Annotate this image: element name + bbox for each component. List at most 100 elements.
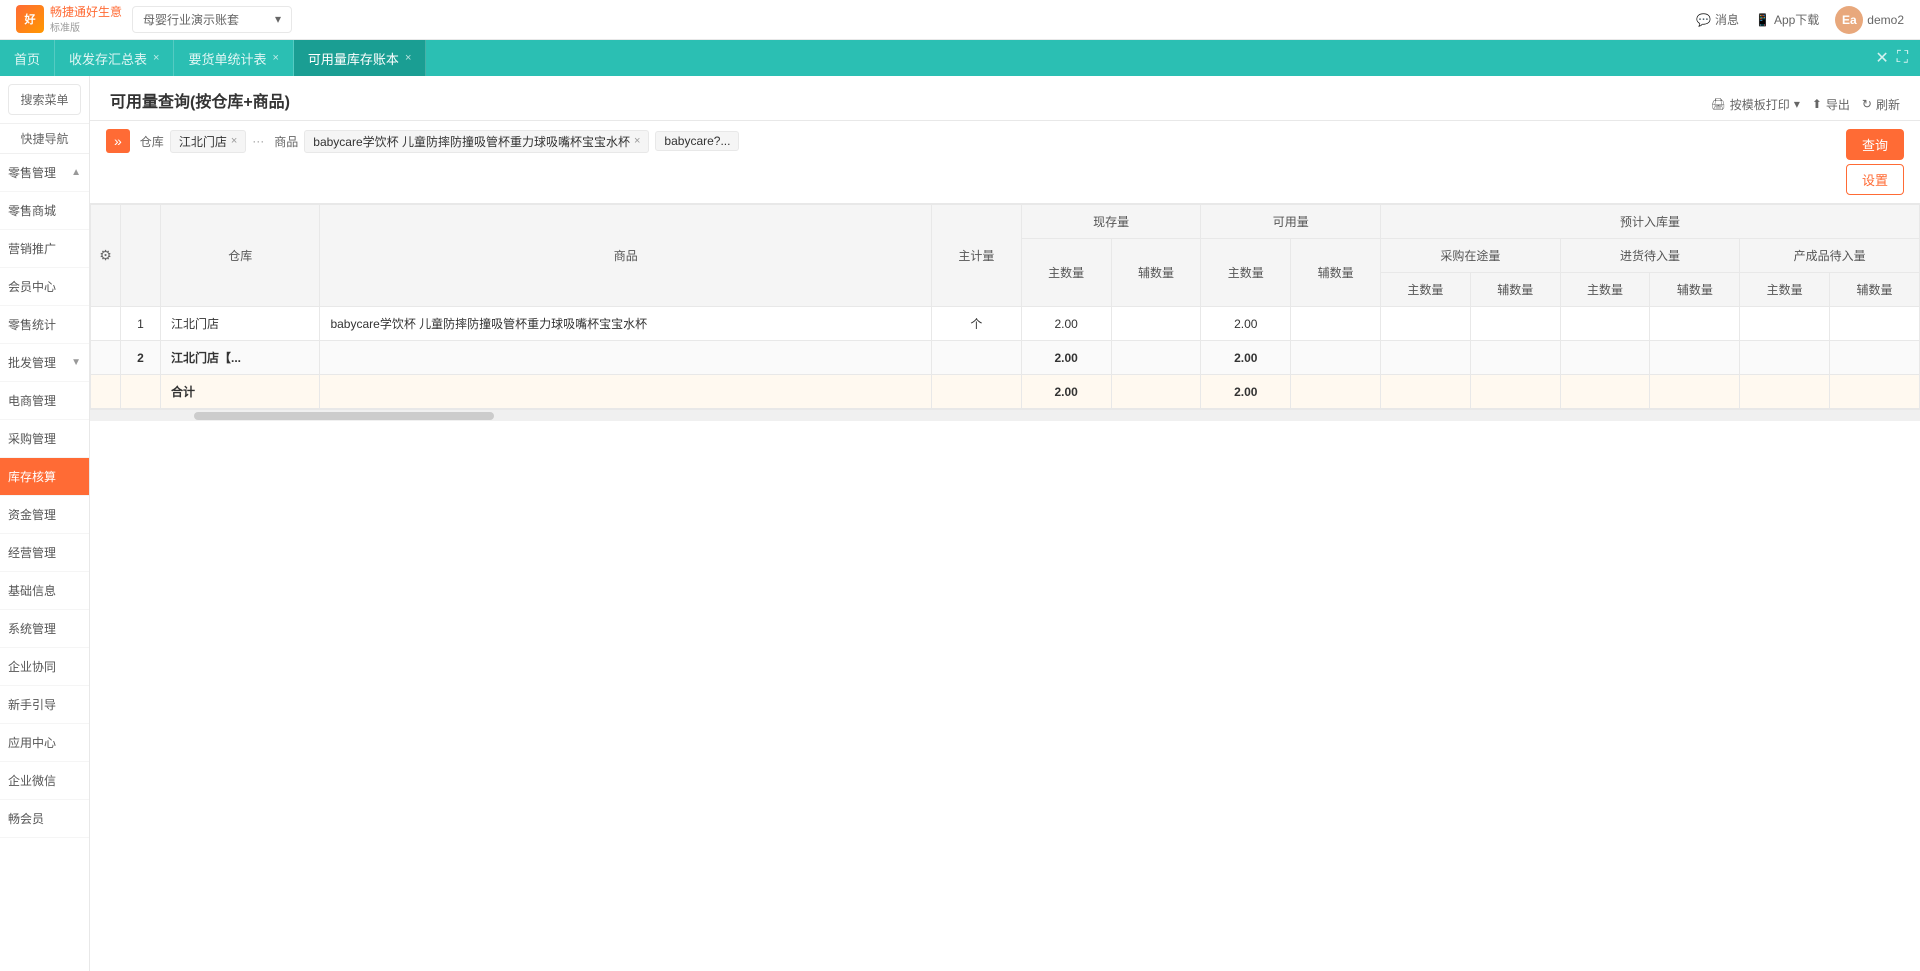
sidebar-item-marketing[interactable]: 营销推广 [0,230,89,268]
sidebar-item-wholesale[interactable]: 批发管理 ▼ [0,344,89,382]
total-unit [931,375,1021,409]
filter-bar: » 仓库 江北门店 × ··· 商品 babycare学饮杯 儿童防摔防撞吸管杯… [90,121,1920,204]
total-row: 合计 2.00 2.00 [91,375,1920,409]
row1-product: babycare学饮杯 儿童防摔防撞吸管杯重力球吸嘴杯宝宝水杯 [320,307,932,341]
sidebar-item-newbie[interactable]: 新手引导 [0,686,89,724]
column-settings-icon[interactable]: ⚙ [99,247,112,263]
total-settings [91,375,121,409]
row1-available-main: 2.00 [1201,307,1291,341]
app-name: 畅捷通好生意 [50,5,122,19]
export-button[interactable]: ⬆ 导出 [1812,96,1850,113]
group-purchase-main [1381,341,1471,375]
product-filter-value1: babycare学饮杯 儿童防摔防撞吸管杯重力球吸嘴杯宝宝水杯 [313,133,630,150]
th-purchase-group: 采购在途量 [1381,239,1561,273]
query-button[interactable]: 查询 [1846,129,1904,160]
export-label: 导出 [1826,96,1850,113]
tab-available-stock-label: 可用量库存账本 [308,49,399,68]
warehouse-more-icon[interactable]: ··· [252,134,264,148]
group-incoming-aux [1650,341,1740,375]
message-action[interactable]: 💬 消息 [1696,11,1739,28]
top-bar-left: 好 畅捷通好生意 标准版 母婴行业演示账套 ▾ [16,5,292,34]
sidebar-item-vip[interactable]: 畅会员 [0,800,89,838]
sidebar-item-retail-stats[interactable]: 零售统计 [0,306,89,344]
top-bar: 好 畅捷通好生意 标准版 母婴行业演示账套 ▾ 💬 消息 📱 App下载 Ea … [0,0,1920,40]
user-area[interactable]: Ea demo2 [1835,6,1904,34]
export-icon: ⬆ [1812,97,1822,111]
tab-home[interactable]: 首页 [0,40,55,76]
group-settings [91,341,121,375]
sidebar-item-enterprise-label: 企业协同 [8,658,56,675]
total-available-aux [1291,375,1381,409]
tab-receive-summary[interactable]: 收发存汇总表 × [55,40,174,76]
th-warehouse: 仓库 [161,205,320,307]
sidebar-item-purchase[interactable]: 采购管理 [0,420,89,458]
app-download-action[interactable]: 📱 App下载 [1755,11,1819,28]
tab-order-stats[interactable]: 要货单统计表 × [174,40,293,76]
group-produced-main [1740,341,1830,375]
horizontal-scrollbar[interactable] [90,409,1920,421]
sidebar-item-retail-stats-label: 零售统计 [8,316,56,333]
row1-settings [91,307,121,341]
th-purchase-main: 主数量 [1381,273,1471,307]
sidebar-item-system[interactable]: 系统管理 [0,610,89,648]
th-no [121,205,161,307]
main-layout: 搜索菜单 快捷导航 零售管理 ▲ 零售商城 营销推广 会员中心 零售统计 批发管… [0,76,1920,971]
product-filter-value2: babycare?... [664,134,730,148]
template-print-button[interactable]: 🖨 按模板打印 ▾ [1711,96,1800,113]
tab-available-stock-close[interactable]: × [405,52,411,64]
sidebar-item-app-center[interactable]: 应用中心 [0,724,89,762]
close-window-icon[interactable]: ✕ [1875,48,1888,68]
row1-incoming-main [1560,307,1650,341]
industry-label: 母婴行业演示账套 [143,11,239,28]
sidebar-item-retail-mall[interactable]: 零售商城 [0,192,89,230]
expand-window-icon[interactable]: ⛶ [1897,49,1908,67]
row1-purchase-main [1381,307,1471,341]
group-available-main: 2.00 [1201,341,1291,375]
sidebar-item-basics[interactable]: 基础信息 [0,572,89,610]
total-produced-main [1740,375,1830,409]
row1-produced-aux [1830,307,1920,341]
total-available-main: 2.00 [1201,375,1291,409]
sidebar-quick-nav[interactable]: 快捷导航 [0,124,89,154]
page-header-row: 可用量查询(按仓库+商品) 🖨 按模板打印 ▾ ⬆ 导出 ↻ 刷新 [110,88,1900,120]
group-row: 2 江北门店【... 2.00 2.00 [91,341,1920,375]
chevron-down-icon-print: ▾ [1794,97,1800,111]
row1-no: 1 [121,307,161,341]
sidebar-item-operations[interactable]: 经营管理 [0,534,89,572]
refresh-icon: ↻ [1862,97,1872,111]
total-purchase-main [1381,375,1471,409]
group-available-aux [1291,341,1381,375]
filter-main: » 仓库 江北门店 × ··· 商品 babycare学饮杯 儿童防摔防撞吸管杯… [106,129,1836,153]
tab-available-stock[interactable]: 可用量库存账本 × [294,40,426,76]
sidebar-search-button[interactable]: 搜索菜单 [8,84,81,115]
group-no: 2 [121,341,161,375]
th-produced-main: 主数量 [1740,273,1830,307]
th-stock-group: 现存量 [1021,205,1201,239]
sidebar-item-member[interactable]: 会员中心 [0,268,89,306]
sidebar-item-app-center-label: 应用中心 [8,734,56,751]
filter-expand-button[interactable]: » [106,129,130,153]
total-incoming-aux [1650,375,1740,409]
product-filter-field: 商品 babycare学饮杯 儿童防摔防撞吸管杯重力球吸嘴杯宝宝水杯 × bab… [274,130,739,153]
warehouse-tag-remove[interactable]: × [231,135,237,147]
tab-order-stats-close[interactable]: × [272,52,278,64]
template-print-label: 按模板打印 [1730,96,1790,113]
industry-selector[interactable]: 母婴行业演示账套 ▾ [132,6,292,33]
group-warehouse: 江北门店【... [161,341,320,375]
sidebar-item-ecommerce[interactable]: 电商管理 [0,382,89,420]
sidebar-item-wechat[interactable]: 企业微信 [0,762,89,800]
warehouse-filter-label: 仓库 [140,133,164,150]
settings-button[interactable]: 设置 [1846,164,1904,195]
sidebar-item-finance[interactable]: 资金管理 [0,496,89,534]
product-tag1-remove[interactable]: × [634,135,640,147]
sidebar-item-inventory[interactable]: 库存核算 [0,458,89,496]
sidebar-item-retail-mgmt[interactable]: 零售管理 ▲ [0,154,89,192]
sidebar-search: 搜索菜单 [0,76,89,124]
sidebar-item-enterprise[interactable]: 企业协同 [0,648,89,686]
total-produced-aux [1830,375,1920,409]
refresh-button[interactable]: ↻ 刷新 [1862,96,1900,113]
page-title: 可用量查询(按仓库+商品) [110,88,290,112]
th-stock-aux: 辅数量 [1111,239,1201,307]
scrollbar-thumb[interactable] [194,412,494,420]
tab-receive-summary-close[interactable]: × [153,52,159,64]
